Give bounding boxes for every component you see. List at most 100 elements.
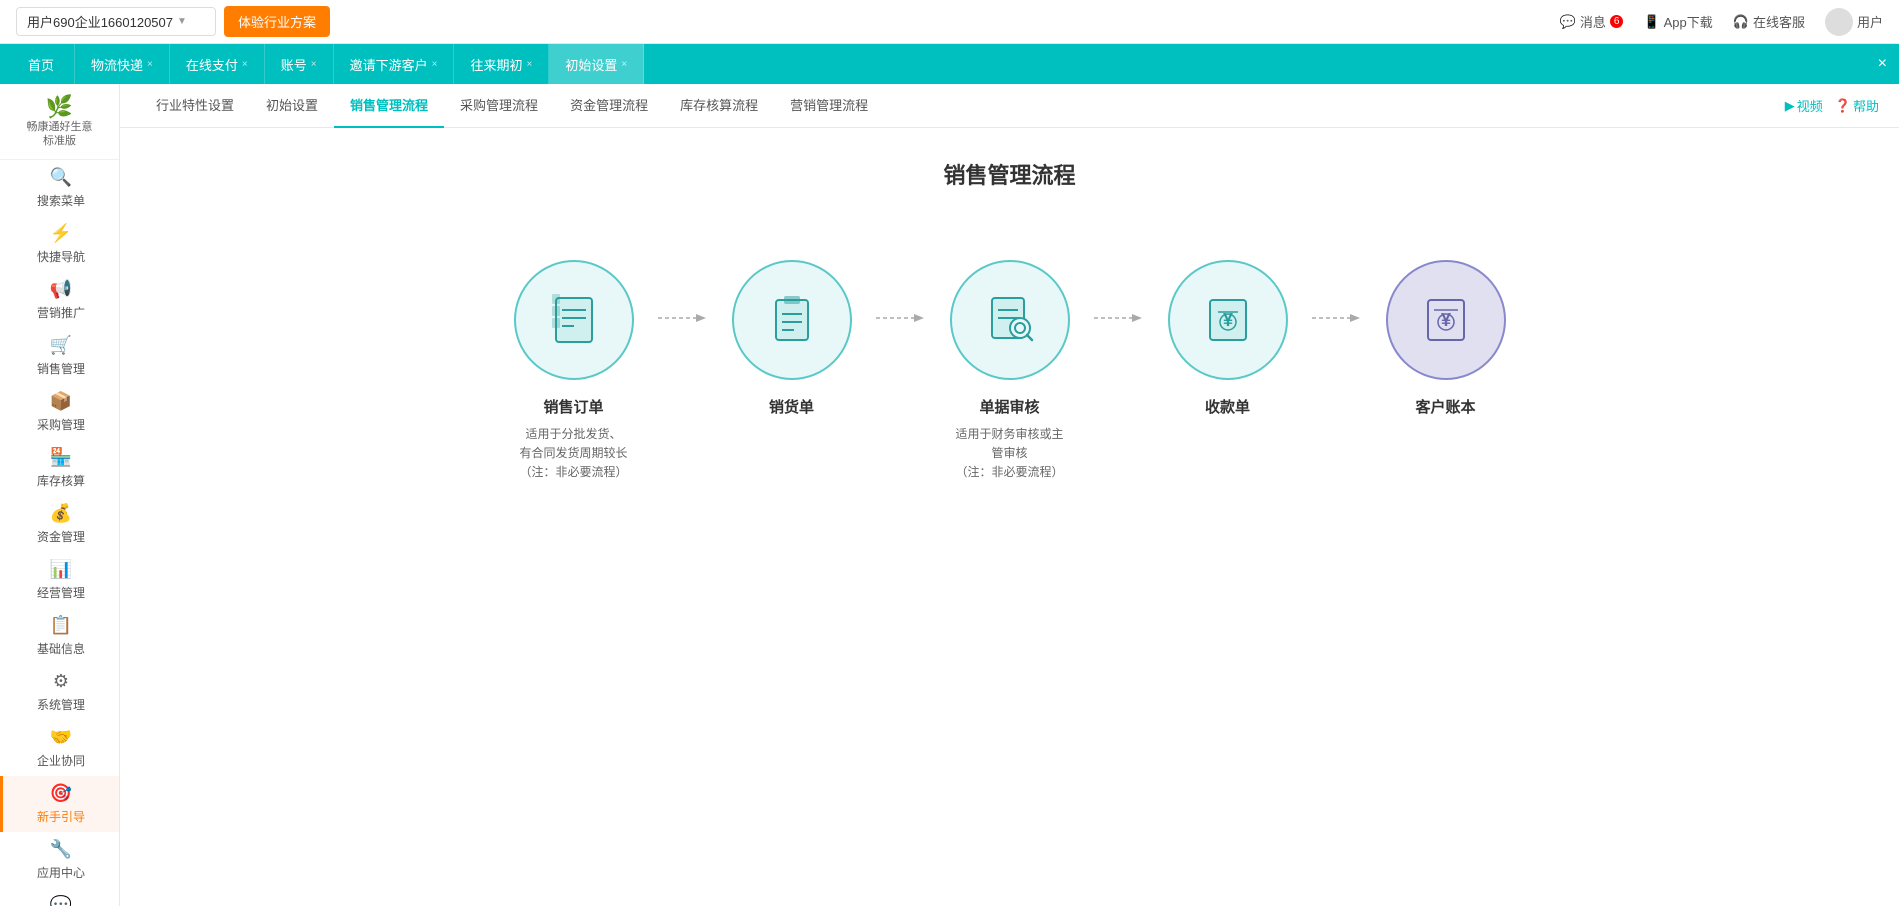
flow-step-title-sales-order: 销售订单	[543, 396, 603, 417]
subtab-industry-label: 行业特性设置	[156, 95, 234, 114]
money-icon: 💰	[50, 503, 72, 524]
tab-payment-close[interactable]: ×	[242, 59, 248, 70]
flow-circle-receipt[interactable]: ¥	[1168, 260, 1288, 380]
top-bar-right: 💬 消息 6 📱 App下载 🎧 在线客服 用户	[1560, 8, 1883, 36]
app-icon: 📱	[1643, 14, 1659, 30]
flow-step-title-delivery: 销货单	[769, 396, 814, 417]
subtab-actions: ▶ 视频 ❓ 帮助	[1785, 96, 1879, 115]
chat-icon: 💬	[50, 895, 72, 906]
tab-payment[interactable]: 在线支付 ×	[170, 44, 265, 84]
tab-period[interactable]: 往来期初 ×	[454, 44, 549, 84]
sidebar-item-marketing[interactable]: 📢 营销推广	[0, 272, 119, 328]
sidebar: 🌿 畅康通好生意标准版 🔍 搜索菜单 ⚡ 快捷导航 📢 营销推广 🛒 销售管理 …	[0, 84, 120, 906]
play-icon: ▶	[1785, 98, 1795, 114]
message-item[interactable]: 💬 消息 6	[1560, 12, 1624, 31]
sidebar-item-sales-label: 销售管理	[37, 360, 85, 377]
sidebar-item-sales[interactable]: 🛒 销售管理	[0, 328, 119, 384]
tab-setup-close[interactable]: ×	[621, 59, 627, 70]
logo-box: 🌿 畅康通好生意标准版	[8, 94, 111, 149]
subtab-finance-flow[interactable]: 资金管理流程	[554, 84, 664, 128]
tab-period-close[interactable]: ×	[526, 59, 532, 70]
service-label: 在线客服	[1753, 12, 1805, 31]
close-all-button[interactable]: ×	[1866, 55, 1899, 73]
user-select[interactable]: 用户690企业1660120507 ▼	[16, 7, 216, 36]
tab-setup-label: 初始设置	[565, 55, 617, 74]
lightning-icon: ⚡	[50, 223, 72, 244]
tab-invite[interactable]: 邀请下游客户 ×	[334, 44, 455, 84]
tab-payment-label: 在线支付	[186, 55, 238, 74]
subtab-inventory-flow[interactable]: 库存核算流程	[664, 84, 774, 128]
video-link[interactable]: ▶ 视频	[1785, 96, 1823, 115]
flow-step-audit: 单据审核 适用于财务审核或主管审核（注：非必要流程）	[930, 260, 1090, 483]
content-area: 行业特性设置 初始设置 销售管理流程 采购管理流程 资金管理流程 库存核算流程 …	[120, 84, 1899, 906]
flow-step-account: ¥ 客户账本	[1366, 260, 1526, 425]
help-link[interactable]: ❓ 帮助	[1835, 96, 1879, 115]
message-label: 消息	[1580, 12, 1606, 31]
sidebar-item-basic-label: 基础信息	[37, 640, 85, 657]
sidebar-item-enterprise[interactable]: 🤝 企业协同	[0, 720, 119, 776]
target-icon: 🎯	[50, 783, 72, 804]
tab-setup[interactable]: 初始设置 ×	[549, 44, 644, 84]
tab-period-label: 往来期初	[470, 55, 522, 74]
headset-icon: 🎧	[1733, 14, 1749, 30]
flow-circle-audit[interactable]	[950, 260, 1070, 380]
sidebar-item-wechat[interactable]: 💬 企业微信	[0, 888, 119, 906]
flow-arrow-1	[658, 260, 708, 328]
user-label: 用户690企业1660120507	[27, 12, 173, 31]
cart-icon: 🛒	[50, 335, 72, 356]
tab-logistics-close[interactable]: ×	[147, 59, 153, 70]
subtab-marketing-flow-label: 营销管理流程	[790, 95, 868, 114]
tab-account[interactable]: 账号 ×	[265, 44, 334, 84]
sidebar-item-basic[interactable]: 📋 基础信息	[0, 608, 119, 664]
tab-invite-close[interactable]: ×	[432, 59, 438, 70]
subtab-inventory-flow-label: 库存核算流程	[680, 95, 758, 114]
sidebar-item-search[interactable]: 🔍 搜索菜单	[0, 160, 119, 216]
user-name: 用户	[1857, 12, 1883, 31]
subtab-finance-flow-label: 资金管理流程	[570, 95, 648, 114]
flow-diagram: 销售订单 适用于分批发货、有合同发货周期较长（注：非必要流程）	[160, 240, 1859, 503]
service-item[interactable]: 🎧 在线客服	[1733, 12, 1805, 31]
subtab-sales-flow[interactable]: 销售管理流程	[334, 84, 444, 128]
sidebar-item-purchase-label: 采购管理	[37, 416, 85, 433]
trial-button[interactable]: 体验行业方案	[224, 6, 330, 37]
svg-text:¥: ¥	[1222, 310, 1232, 330]
sidebar-item-system-label: 系统管理	[37, 696, 85, 713]
sidebar-item-inventory[interactable]: 🏪 库存核算	[0, 440, 119, 496]
sidebar-item-purchase[interactable]: 📦 采购管理	[0, 384, 119, 440]
subtab-marketing-flow[interactable]: 营销管理流程	[774, 84, 884, 128]
box-icon: 📦	[50, 391, 72, 412]
sidebar-item-quicknav[interactable]: ⚡ 快捷导航	[0, 216, 119, 272]
app-download-item[interactable]: 📱 App下载	[1643, 12, 1712, 31]
tab-logistics-label: 物流快递	[91, 55, 143, 74]
sidebar-item-guide-label: 新手引导	[37, 808, 85, 825]
sidebar-item-appcenter[interactable]: 🔧 应用中心	[0, 832, 119, 888]
sidebar-item-inventory-label: 库存核算	[37, 472, 85, 489]
flow-circle-sales-order[interactable]	[514, 260, 634, 380]
tab-home[interactable]: 首页	[8, 44, 75, 84]
app-label: App下载	[1664, 12, 1713, 31]
sidebar-item-operations[interactable]: 📊 经营管理	[0, 552, 119, 608]
flow-circle-account[interactable]: ¥	[1386, 260, 1506, 380]
user-item[interactable]: 用户	[1825, 8, 1883, 36]
handshake-icon: 🤝	[50, 727, 72, 748]
sidebar-item-quicknav-label: 快捷导航	[37, 248, 85, 265]
sidebar-item-finance-label: 资金管理	[37, 528, 85, 545]
tab-logistics[interactable]: 物流快递 ×	[75, 44, 170, 84]
megaphone-icon: 📢	[50, 279, 72, 300]
video-label: 视频	[1797, 96, 1823, 115]
subtab-init[interactable]: 初始设置	[250, 84, 334, 128]
flow-step-title-receipt: 收款单	[1205, 396, 1250, 417]
sidebar-item-system[interactable]: ⚙ 系统管理	[0, 664, 119, 720]
flow-circle-delivery[interactable]	[732, 260, 852, 380]
tools-icon: 🔧	[50, 839, 72, 860]
subtab-industry[interactable]: 行业特性设置	[140, 84, 250, 128]
sidebar-item-finance[interactable]: 💰 资金管理	[0, 496, 119, 552]
tab-account-label: 账号	[281, 55, 307, 74]
sidebar-item-guide[interactable]: 🎯 新手引导	[0, 776, 119, 832]
tab-account-close[interactable]: ×	[311, 59, 317, 70]
subtab-purchase-flow[interactable]: 采购管理流程	[444, 84, 554, 128]
tab-invite-label: 邀请下游客户	[350, 55, 428, 74]
help-label: 帮助	[1853, 96, 1879, 115]
top-bar-left: 用户690企业1660120507 ▼ 体验行业方案	[16, 6, 330, 37]
flow-step-desc-audit: 适用于财务审核或主管审核（注：非必要流程）	[955, 425, 1063, 483]
